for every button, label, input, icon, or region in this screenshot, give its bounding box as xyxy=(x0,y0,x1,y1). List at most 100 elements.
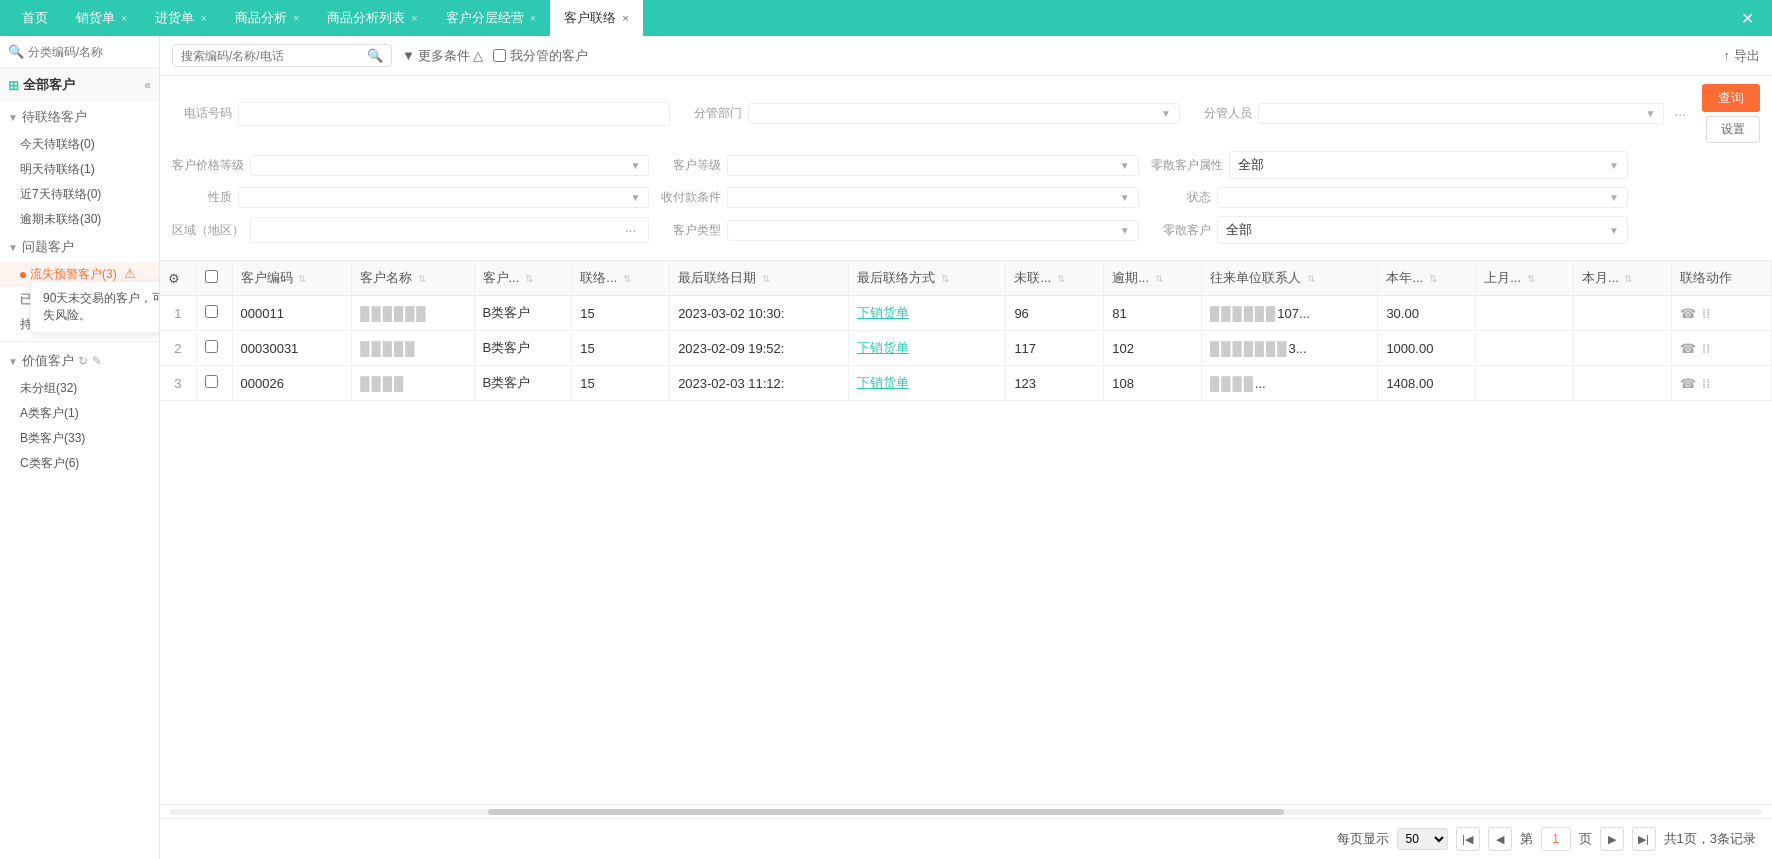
region-input[interactable]: ··· xyxy=(250,217,649,243)
sort-icon[interactable]: ⇅ xyxy=(1429,273,1437,284)
sort-icon[interactable]: ⇅ xyxy=(623,273,631,284)
setting-button[interactable]: 设置 xyxy=(1706,116,1760,143)
last-page-button[interactable]: ▶| xyxy=(1632,827,1656,851)
close-icon[interactable]: × xyxy=(293,12,299,24)
dept-select[interactable]: ▼ xyxy=(748,103,1180,124)
page-number-input[interactable] xyxy=(1541,827,1571,851)
nav-tab-customer-contact[interactable]: 客户联络 × xyxy=(550,0,642,36)
next-page-button[interactable]: ▶ xyxy=(1600,827,1624,851)
sidebar-group-value[interactable]: ▼ 价值客户 ↻ ✎ xyxy=(0,346,159,376)
sidebar-group-pending[interactable]: ▼ 待联络客户 xyxy=(0,102,159,132)
sidebar-item-overdue[interactable]: 逾期未联络(30) xyxy=(0,207,159,232)
all-customers-header[interactable]: ⊞ 全部客户 « xyxy=(0,68,159,102)
more-actions-icon[interactable]: ⁞⁞ xyxy=(1702,376,1710,391)
more-icon[interactable]: ··· xyxy=(621,222,641,238)
cust-grade-select[interactable]: ▼ xyxy=(727,155,1138,176)
nav-tab-home[interactable]: 首页 xyxy=(8,0,62,36)
payment-select[interactable]: ▼ xyxy=(727,187,1138,208)
export-button[interactable]: ↑ 导出 xyxy=(1724,47,1761,65)
cust-type-select[interactable]: ▼ xyxy=(727,220,1138,241)
row-checkbox[interactable] xyxy=(196,331,232,366)
prev-page-button[interactable]: ◀ xyxy=(1488,827,1512,851)
sort-icon[interactable]: ⇅ xyxy=(941,273,949,284)
col-contact-count: 联络... ⇅ xyxy=(572,261,670,296)
row-checkbox[interactable] xyxy=(196,296,232,331)
my-customers-checkbox[interactable] xyxy=(493,49,506,62)
contact-icon[interactable]: ☎ xyxy=(1680,306,1696,321)
collapse-icon[interactable]: « xyxy=(144,78,151,92)
row-index: 2 xyxy=(160,331,196,366)
scroll-thumb[interactable] xyxy=(488,809,1284,815)
sort-icon[interactable]: ⇅ xyxy=(418,273,426,284)
col-checkbox[interactable] xyxy=(196,261,232,296)
first-page-button[interactable]: |◀ xyxy=(1456,827,1480,851)
table-row: 2 00030031 █████ B类客户 15 2023-02-09 19:5… xyxy=(160,331,1772,366)
row-last-type[interactable]: 下销货单 xyxy=(848,331,1006,366)
more-actions-icon[interactable]: ⁞⁞ xyxy=(1702,341,1710,356)
sidebar-item-class-a[interactable]: A类客户(1) xyxy=(0,401,159,426)
sidebar-item-7days[interactable]: 近7天待联络(0) xyxy=(0,182,159,207)
person-select[interactable]: ▼ xyxy=(1258,103,1664,124)
price-grade-select[interactable]: ▼ xyxy=(250,155,649,176)
sidebar-item-class-b[interactable]: B类客户(33) xyxy=(0,426,159,451)
row-checkbox[interactable] xyxy=(196,366,232,401)
chevron-down-icon: ▼ xyxy=(1120,160,1130,171)
close-icon[interactable]: × xyxy=(622,12,628,24)
main-search-input[interactable] xyxy=(181,49,367,63)
sort-icon[interactable]: ⇅ xyxy=(1527,273,1535,284)
sidebar-item-tomorrow[interactable]: 明天待联络(1) xyxy=(0,157,159,182)
sidebar-item-today[interactable]: 今天待联络(0) xyxy=(0,132,159,157)
more-conditions-btn[interactable]: ▼ 更多条件 △ xyxy=(402,47,483,65)
action-icons: ☎ ⁞⁞ xyxy=(1680,376,1763,391)
sort-icon[interactable]: ⇅ xyxy=(762,273,770,284)
divider xyxy=(0,341,159,342)
nav-tab-sales[interactable]: 销货单 × xyxy=(62,0,141,36)
per-page-select[interactable]: 50 100 200 xyxy=(1397,828,1448,850)
total-records-label: 共1页，3条记录 xyxy=(1664,830,1756,848)
close-icon[interactable]: × xyxy=(411,12,417,24)
more-actions-icon[interactable]: ⁞⁞ xyxy=(1702,306,1710,321)
sidebar-search-input[interactable] xyxy=(28,45,151,59)
nav-tab-product-analysis[interactable]: 商品分析 × xyxy=(221,0,313,36)
horizontal-scrollbar[interactable] xyxy=(160,804,1772,818)
payment-label: 收付款条件 xyxy=(661,189,721,206)
sort-icon[interactable]: ⇅ xyxy=(1155,273,1163,284)
col-this-year: 本年... ⇅ xyxy=(1378,261,1476,296)
status-select[interactable]: ▼ xyxy=(1217,187,1628,208)
retail-cust-select[interactable]: 全部 ▼ xyxy=(1217,216,1628,244)
query-button[interactable]: 查询 xyxy=(1702,84,1760,112)
row-last-type[interactable]: 下销货单 xyxy=(848,296,1006,331)
close-window-button[interactable]: ✕ xyxy=(1731,9,1764,28)
sort-icon[interactable]: ⇅ xyxy=(525,273,533,284)
close-icon[interactable]: × xyxy=(121,12,127,24)
sort-icon[interactable]: ⇅ xyxy=(298,273,306,284)
search-icon[interactable]: 🔍 xyxy=(367,48,383,63)
close-icon[interactable]: × xyxy=(530,12,536,24)
settings-icon[interactable]: ⚙ xyxy=(168,271,180,286)
sort-icon[interactable]: ⇅ xyxy=(1057,273,1065,284)
sidebar-group-problem[interactable]: ▼ 问题客户 xyxy=(0,232,159,262)
nav-tab-customer-segment[interactable]: 客户分层经营 × xyxy=(432,0,550,36)
nav-tab-product-analysis-list[interactable]: 商品分析列表 × xyxy=(313,0,431,36)
contact-icon[interactable]: ☎ xyxy=(1680,376,1696,391)
sidebar-item-ungrouped[interactable]: 未分组(32) xyxy=(0,376,159,401)
select-all-checkbox[interactable] xyxy=(205,270,218,283)
more-icon[interactable]: ··· xyxy=(1670,106,1690,122)
nav-tab-purchase[interactable]: 进货单 × xyxy=(141,0,220,36)
chevron-down-icon: ▼ xyxy=(1120,225,1130,236)
sort-icon[interactable]: ⇅ xyxy=(1624,273,1632,284)
nature-select[interactable]: ▼ xyxy=(238,187,649,208)
refresh-icon[interactable]: ↻ xyxy=(78,354,88,368)
sort-icon[interactable]: ⇅ xyxy=(1307,273,1315,284)
contact-icon[interactable]: ☎ xyxy=(1680,341,1696,356)
sidebar-item-class-c[interactable]: C类客户(6) xyxy=(0,451,159,476)
col-settings[interactable]: ⚙ xyxy=(160,261,196,296)
retail-attr-select[interactable]: 全部 ▼ xyxy=(1229,151,1628,179)
col-type: 客户... ⇅ xyxy=(474,261,572,296)
my-customers-filter[interactable]: 我分管的客户 xyxy=(493,47,588,65)
row-last-type[interactable]: 下销货单 xyxy=(848,366,1006,401)
edit-icon[interactable]: ✎ xyxy=(92,354,102,368)
row-uncontacted: 117 xyxy=(1006,331,1104,366)
close-icon[interactable]: × xyxy=(200,12,206,24)
phone-input[interactable] xyxy=(238,102,670,126)
